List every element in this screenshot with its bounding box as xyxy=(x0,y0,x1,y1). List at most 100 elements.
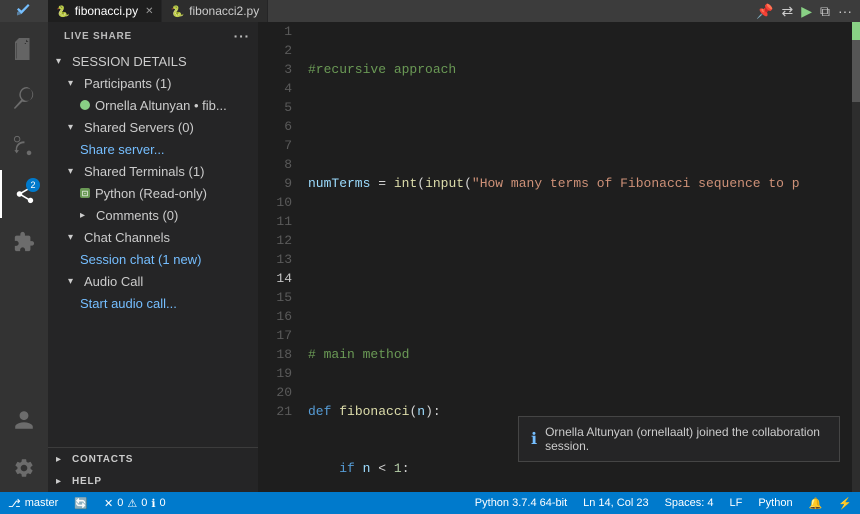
session-chat-row[interactable]: Session chat (1 new) xyxy=(48,248,258,270)
tab-label: fibonacci.py xyxy=(75,4,138,18)
status-line-col[interactable]: Ln 14, Col 23 xyxy=(575,492,656,514)
ln-9: 9 xyxy=(258,174,292,193)
info-count: 0 xyxy=(160,497,166,509)
python-terminal-row[interactable]: ⊡ Python (Read-only) xyxy=(48,182,258,204)
line-col-label: Ln 14, Col 23 xyxy=(583,497,648,509)
python-terminal-label: Python (Read-only) xyxy=(95,186,258,201)
participant-status-icon xyxy=(80,100,90,110)
shared-terminals-label: Shared Terminals (1) xyxy=(84,164,258,179)
contacts-row[interactable]: ▸ CONTACTS xyxy=(48,448,258,470)
tab-fibonacci-py[interactable]: 🐍 fibonacci.py ✕ xyxy=(48,0,162,22)
session-details-header[interactable]: ▾ SESSION DETAILS xyxy=(48,50,258,72)
status-left: ⎇ master 🔄 ✕ 0 ⚠ 0 ℹ 0 xyxy=(0,492,174,514)
participants-label: Participants (1) xyxy=(84,76,258,91)
activity-bar: 2 xyxy=(0,22,48,492)
status-encoding[interactable]: LF xyxy=(722,492,751,514)
ln-8: 8 xyxy=(258,155,292,174)
layout-icon[interactable]: ⧉ xyxy=(820,3,830,20)
help-label: HELP xyxy=(72,476,258,487)
status-liveshare-btn[interactable]: ⚡ xyxy=(830,492,860,514)
split-icon[interactable]: ⇄ xyxy=(781,3,793,20)
shared-servers-row[interactable]: ▾ Shared Servers (0) xyxy=(48,116,258,138)
ln-1: 1 xyxy=(258,22,292,41)
status-bar: ⎇ master 🔄 ✕ 0 ⚠ 0 ℹ 0 Python 3.7.4 64-b… xyxy=(0,492,860,514)
session-details-arrow: ▾ xyxy=(56,56,68,67)
ln-10: 10 xyxy=(258,193,292,212)
status-sync[interactable]: 🔄 xyxy=(66,492,96,514)
error-icon: ✕ xyxy=(104,497,113,510)
contacts-label: CONTACTS xyxy=(72,454,258,465)
session-details-label: SESSION DETAILS xyxy=(72,54,258,69)
chat-channels-label: Chat Channels xyxy=(84,230,258,245)
code-line-5 xyxy=(308,288,800,307)
code-area[interactable]: 1 2 3 4 5 6 7 8 9 10 11 12 13 14 15 16 1… xyxy=(258,22,860,492)
info-icon: ℹ xyxy=(531,429,537,449)
comments-label: Comments (0) xyxy=(96,208,258,223)
start-audio-row[interactable]: Start audio call... xyxy=(48,292,258,314)
encoding-label: LF xyxy=(730,497,743,509)
audio-call-row[interactable]: ▾ Audio Call xyxy=(48,270,258,292)
sidebar-more-button[interactable]: ··· xyxy=(234,28,250,44)
share-server-label: Share server... xyxy=(80,142,258,157)
audio-call-arrow: ▾ xyxy=(68,276,80,287)
activity-search[interactable] xyxy=(0,74,48,122)
tab-close-button[interactable]: ✕ xyxy=(145,6,153,17)
pin-icon[interactable]: 📌 xyxy=(756,3,773,20)
contacts-section: ▸ CONTACTS ▸ HELP xyxy=(48,447,258,492)
ln-13: 13 xyxy=(258,250,292,269)
activity-extensions[interactable] xyxy=(0,218,48,266)
error-count: 0 xyxy=(117,497,123,509)
ln-5: 5 xyxy=(258,98,292,117)
editor-area: 1 2 3 4 5 6 7 8 9 10 11 12 13 14 15 16 1… xyxy=(258,22,860,492)
contacts-arrow: ▸ xyxy=(56,454,68,465)
activity-liveshare[interactable]: 2 xyxy=(0,170,48,218)
code-line-1: #recursive approach xyxy=(308,60,800,79)
language-label: Python xyxy=(758,497,792,509)
chat-channels-row[interactable]: ▾ Chat Channels xyxy=(48,226,258,248)
status-language[interactable]: Python xyxy=(750,492,800,514)
activity-source-control[interactable] xyxy=(0,122,48,170)
warning-count: 0 xyxy=(141,497,147,509)
status-spaces[interactable]: Spaces: 4 xyxy=(657,492,722,514)
ln-21: 21 xyxy=(258,402,292,421)
ln-7: 7 xyxy=(258,136,292,155)
participant-row[interactable]: Ornella Altunyan • fib... xyxy=(48,94,258,116)
ln-17: 17 xyxy=(258,326,292,345)
status-language-server[interactable]: Python 3.7.4 64-bit xyxy=(467,492,575,514)
sidebar-title: Live Share xyxy=(64,31,132,42)
notification-text: Ornella Altunyan (ornellaalt) joined the… xyxy=(545,425,827,453)
comments-arrow: ▸ xyxy=(80,210,92,221)
status-right: Python 3.7.4 64-bit Ln 14, Col 23 Spaces… xyxy=(467,492,860,514)
ln-12: 12 xyxy=(258,231,292,250)
tab-label-2: fibonacci2.py xyxy=(189,4,259,18)
share-server-row[interactable]: Share server... xyxy=(48,138,258,160)
participants-arrow: ▾ xyxy=(68,78,80,89)
activity-accounts[interactable] xyxy=(0,396,48,444)
comments-row[interactable]: ▸ Comments (0) xyxy=(48,204,258,226)
activity-files[interactable] xyxy=(0,26,48,74)
shared-terminals-row[interactable]: ▾ Shared Terminals (1) xyxy=(48,160,258,182)
warning-icon: ⚠ xyxy=(127,497,137,510)
participants-row[interactable]: ▾ Participants (1) xyxy=(48,72,258,94)
tab-fibonacci2-py[interactable]: 🐍 fibonacci2.py xyxy=(162,0,268,22)
sync-icon: 🔄 xyxy=(74,497,88,510)
sidebar: Live Share ··· ▾ SESSION DETAILS ▾ Parti… xyxy=(48,22,258,492)
minimap-green-indicator xyxy=(852,22,860,40)
branch-name: master xyxy=(25,497,59,509)
status-errors[interactable]: ✕ 0 ⚠ 0 ℹ 0 xyxy=(96,492,174,514)
title-bar-actions: 📌 ⇄ ▶ ⧉ ··· xyxy=(756,0,860,22)
more-icon[interactable]: ··· xyxy=(838,3,852,19)
language-server-label: Python 3.7.4 64-bit xyxy=(475,497,567,509)
chat-channels-arrow: ▾ xyxy=(68,232,80,243)
status-branch[interactable]: ⎇ master xyxy=(0,492,66,514)
activity-settings[interactable] xyxy=(0,444,48,492)
spaces-label: Spaces: 4 xyxy=(665,497,714,509)
line-numbers: 1 2 3 4 5 6 7 8 9 10 11 12 13 14 15 16 1… xyxy=(258,22,300,492)
status-feedback[interactable]: 🔔 xyxy=(801,492,831,514)
play-icon[interactable]: ▶ xyxy=(801,3,812,20)
ln-14: 14 xyxy=(258,269,292,288)
help-row[interactable]: ▸ HELP xyxy=(48,470,258,492)
ln-6: 6 xyxy=(258,117,292,136)
vscode-logo xyxy=(16,3,32,19)
terminal-icon: ⊡ xyxy=(80,188,90,198)
